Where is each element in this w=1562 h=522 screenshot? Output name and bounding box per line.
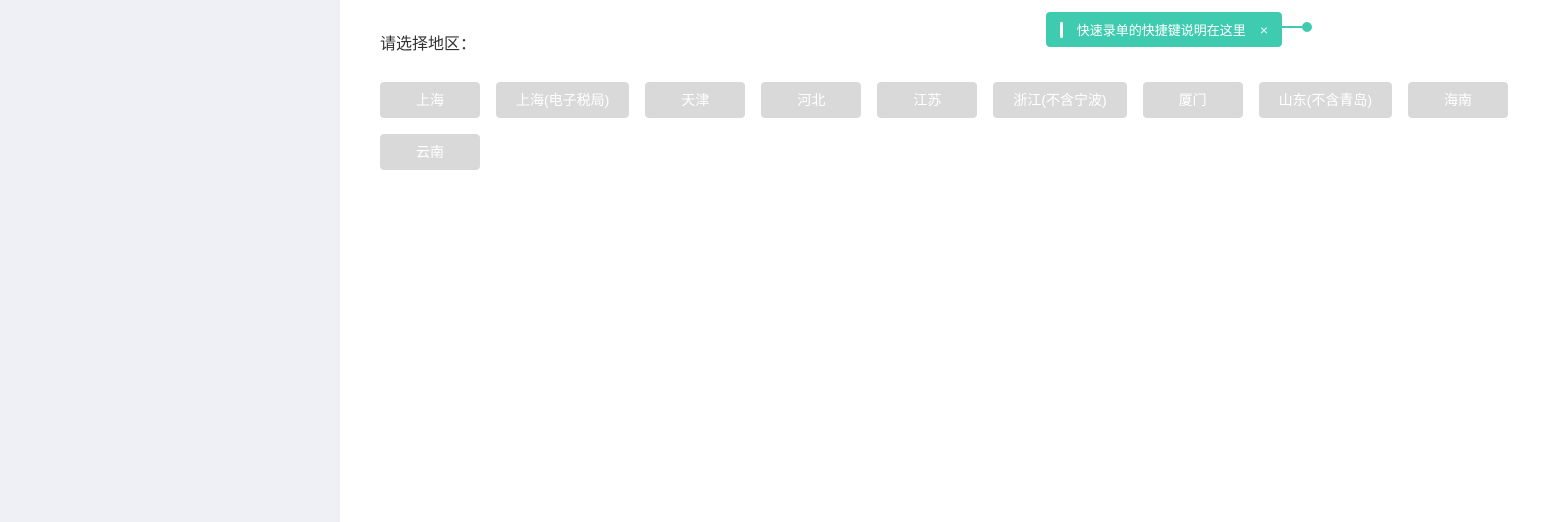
page-title: 请选择地区： [380, 30, 1522, 54]
region-button-9[interactable]: 云南 [380, 134, 480, 170]
sidebar [0, 0, 340, 522]
region-buttons-container: 上海上海(电子税局) 天津河北江苏浙江(不含宁波) 厦门山东(不含青岛) 海南云南 [380, 82, 1522, 170]
tooltip-text: 快速录单的快捷键说明在这里 [1077, 20, 1246, 39]
tooltip-dot [1302, 22, 1312, 32]
region-button-3[interactable]: 河北 [761, 82, 861, 118]
region-button-8[interactable]: 海南 [1408, 82, 1508, 118]
region-button-7[interactable]: 山东(不含青岛) [1259, 82, 1392, 118]
main-content: 请选择地区： 上海上海(电子税局) 天津河北江苏浙江(不含宁波) 厦门山东(不含青岛… [340, 0, 1562, 522]
region-button-0[interactable]: 上海 [380, 82, 480, 118]
region-button-4[interactable]: 江苏 [877, 82, 977, 118]
region-button-1[interactable]: 上海(电子税局) [496, 82, 629, 118]
region-button-2[interactable]: 天津 [645, 82, 745, 118]
close-icon[interactable]: × [1260, 22, 1268, 38]
tooltip-banner: 快速录单的快捷键说明在这里 × [1046, 12, 1282, 47]
region-button-6[interactable]: 厦门 [1143, 82, 1243, 118]
region-button-5[interactable]: 浙江(不含宁波) [993, 82, 1126, 118]
